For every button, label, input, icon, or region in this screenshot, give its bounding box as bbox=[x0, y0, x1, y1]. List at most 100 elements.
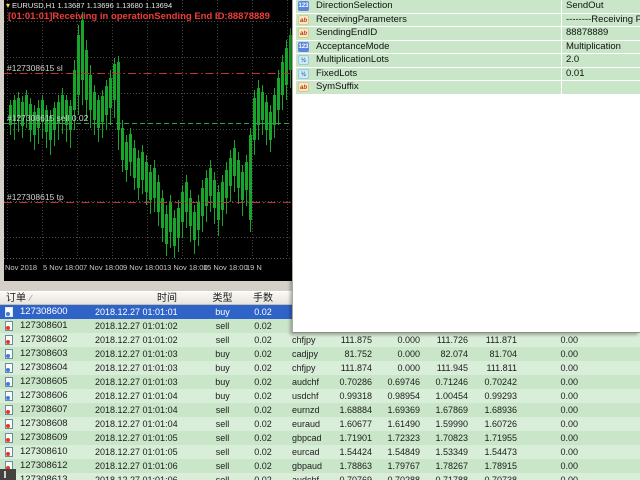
header-time[interactable]: 时间 bbox=[95, 292, 177, 305]
order-sell-dot bbox=[6, 438, 10, 442]
order-row[interactable]: 127308612 2018.12.27 01:01:06 sell 0.02 gbpa… bbox=[0, 459, 640, 473]
candle-body bbox=[73, 70, 76, 110]
time-axis-label: 13 Nov 18:00 bbox=[163, 263, 208, 272]
order-row[interactable]: 127308605 2018.12.27 01:01:03 buy 0.02 audch… bbox=[0, 375, 640, 389]
sort-indicator: ∕ bbox=[30, 293, 32, 303]
cell-price-tp: 0.71246 bbox=[435, 377, 468, 387]
order-row[interactable]: 127308607 2018.12.27 01:01:04 sell 0.02 eurn… bbox=[0, 403, 640, 417]
cell-price-open: 1.78863 bbox=[339, 461, 372, 471]
cell-price-open: 0.99318 bbox=[339, 391, 372, 401]
param-value[interactable]: 2.0 bbox=[566, 54, 579, 67]
order-row[interactable]: 127308608 2018.12.27 01:01:04 sell 0.02 eura… bbox=[0, 417, 640, 431]
param-name: SymSuffix bbox=[316, 81, 359, 92]
cell-order: 127308610 bbox=[20, 446, 68, 457]
candle-body bbox=[277, 78, 280, 110]
candle-body bbox=[181, 192, 184, 222]
param-value[interactable]: 0.01 bbox=[566, 68, 585, 81]
parameter-row[interactable]: 123 DirectionSelection SendOut bbox=[296, 0, 640, 13]
cell-lots: 0.02 bbox=[254, 461, 272, 471]
param-value[interactable]: --------Receiving Param bbox=[566, 14, 640, 27]
chart-window[interactable]: ▾ EURUSD,H1 1.13687 1.13696 1.13680 1.136… bbox=[4, 0, 292, 281]
cell-time: 2018.12.27 01:01:05 bbox=[95, 447, 178, 457]
header-order[interactable]: 订单 ∕ bbox=[6, 292, 32, 305]
cell-lots: 0.02 bbox=[254, 433, 272, 443]
candle-body bbox=[93, 92, 96, 120]
header-lots[interactable]: 手数 bbox=[238, 292, 288, 305]
cell-price-sl: 1.61490 bbox=[387, 419, 420, 429]
parameter-row[interactable]: ½ MultiplicationLots 2.0 bbox=[296, 54, 640, 67]
candle-body bbox=[153, 168, 156, 198]
cell-profit: 0.00 bbox=[560, 433, 578, 443]
cell-price-sl: 0.000 bbox=[397, 335, 420, 345]
candle-body bbox=[273, 95, 276, 125]
cell-price-tp: 111.945 bbox=[436, 363, 468, 373]
cell-price-open: 1.71901 bbox=[339, 433, 372, 443]
window-edge-strip bbox=[16, 474, 432, 480]
cell-profit: 0.00 bbox=[560, 349, 578, 359]
cell-profit: 0.00 bbox=[560, 461, 578, 471]
cell-price-sl: 0.69746 bbox=[387, 377, 420, 387]
chart-canvas[interactable] bbox=[4, 0, 292, 281]
time-axis-label: 19 N bbox=[246, 263, 262, 272]
order-doc-icon bbox=[5, 335, 13, 345]
cell-lots: 0.02 bbox=[254, 419, 272, 429]
param-value[interactable]: SendOut bbox=[566, 0, 604, 13]
parameter-row[interactable]: ab ReceivingParameters --------Receiving P… bbox=[296, 13, 640, 27]
order-doc-icon bbox=[5, 405, 13, 415]
param-name: DirectionSelection bbox=[316, 0, 393, 11]
cell-price-current: 1.54473 bbox=[484, 447, 517, 457]
cell-price-current: 1.71955 bbox=[484, 433, 517, 443]
order-doc-icon bbox=[5, 363, 13, 373]
param-name: SendingEndID bbox=[316, 27, 378, 38]
order-row[interactable]: 127308609 2018.12.27 01:01:05 sell 0.02 gbpc… bbox=[0, 431, 640, 445]
cell-profit: 0.00 bbox=[560, 419, 578, 429]
parameter-row[interactable]: 123 AcceptanceMode Multiplication bbox=[296, 40, 640, 54]
cell-price-current: 1.78915 bbox=[484, 461, 517, 471]
cell-price-open: 111.875 bbox=[340, 335, 372, 345]
param-value[interactable]: Multiplication bbox=[566, 41, 621, 54]
cell-price-tp: 1.67869 bbox=[435, 405, 468, 415]
cell-price-current: 1.60726 bbox=[484, 419, 517, 429]
order-sell-dot bbox=[6, 340, 10, 344]
parameter-row[interactable]: ½ FixedLots 0.01 bbox=[296, 67, 640, 81]
order-row[interactable]: 127308606 2018.12.27 01:01:04 buy 0.02 usdch… bbox=[0, 389, 640, 403]
candle-body bbox=[241, 172, 244, 200]
candle-body bbox=[85, 50, 88, 100]
parameter-row[interactable]: ab SymSuffix bbox=[296, 81, 640, 94]
cell-time: 2018.12.27 01:01:01 bbox=[95, 307, 178, 317]
order-buy-dot bbox=[6, 354, 10, 358]
expert-properties-dialog: 123 DirectionSelection SendOut ab ReceivingP… bbox=[292, 0, 640, 333]
time-axis-label: 9 Nov 18:00 bbox=[123, 263, 164, 272]
order-buy-dot bbox=[6, 312, 10, 316]
candle-body bbox=[165, 214, 168, 244]
cell-price-current: 0.99293 bbox=[484, 391, 517, 401]
cell-profit: 0.00 bbox=[560, 405, 578, 415]
cell-price-open: 81.752 bbox=[344, 349, 372, 359]
cell-profit: 0.00 bbox=[560, 475, 578, 480]
cell-lots: 0.02 bbox=[254, 321, 272, 331]
order-doc-icon bbox=[5, 447, 13, 457]
candle-body bbox=[205, 178, 208, 206]
order-row[interactable]: 127308610 2018.12.27 01:01:05 sell 0.02 eurc… bbox=[0, 445, 640, 459]
order-row[interactable]: 127308604 2018.12.27 01:01:03 buy 0.02 chfjp… bbox=[0, 361, 640, 375]
mt4-terminal: ▾ EURUSD,H1 1.13687 1.13696 1.13680 1.136… bbox=[0, 0, 640, 480]
cell-lots: 0.02 bbox=[254, 335, 272, 345]
candle-body bbox=[177, 208, 180, 238]
cell-price-current: 1.68936 bbox=[484, 405, 517, 415]
cell-lots: 0.02 bbox=[254, 363, 272, 373]
candle-body bbox=[113, 64, 116, 100]
param-value[interactable]: 88878889 bbox=[566, 27, 608, 40]
order-row[interactable]: 127308603 2018.12.27 01:01:03 buy 0.02 cadjp… bbox=[0, 347, 640, 361]
candle-body bbox=[237, 160, 240, 188]
cell-profit: 0.00 bbox=[560, 447, 578, 457]
candle-body bbox=[229, 158, 232, 186]
order-line-label: #127308615 sell 0.02 bbox=[7, 113, 89, 123]
parameter-row[interactable]: ab SendingEndID 88878889 bbox=[296, 27, 640, 40]
cell-price-current: 111.811 bbox=[486, 363, 517, 373]
cell-order: 127308600 bbox=[20, 306, 68, 317]
candle-body bbox=[109, 78, 112, 108]
candle-body bbox=[281, 62, 284, 95]
order-row[interactable]: 127308602 2018.12.27 01:01:02 sell 0.02 chfj… bbox=[0, 333, 640, 347]
cell-price-open: 1.54424 bbox=[339, 447, 372, 457]
cell-price-open: 1.68884 bbox=[339, 405, 372, 415]
